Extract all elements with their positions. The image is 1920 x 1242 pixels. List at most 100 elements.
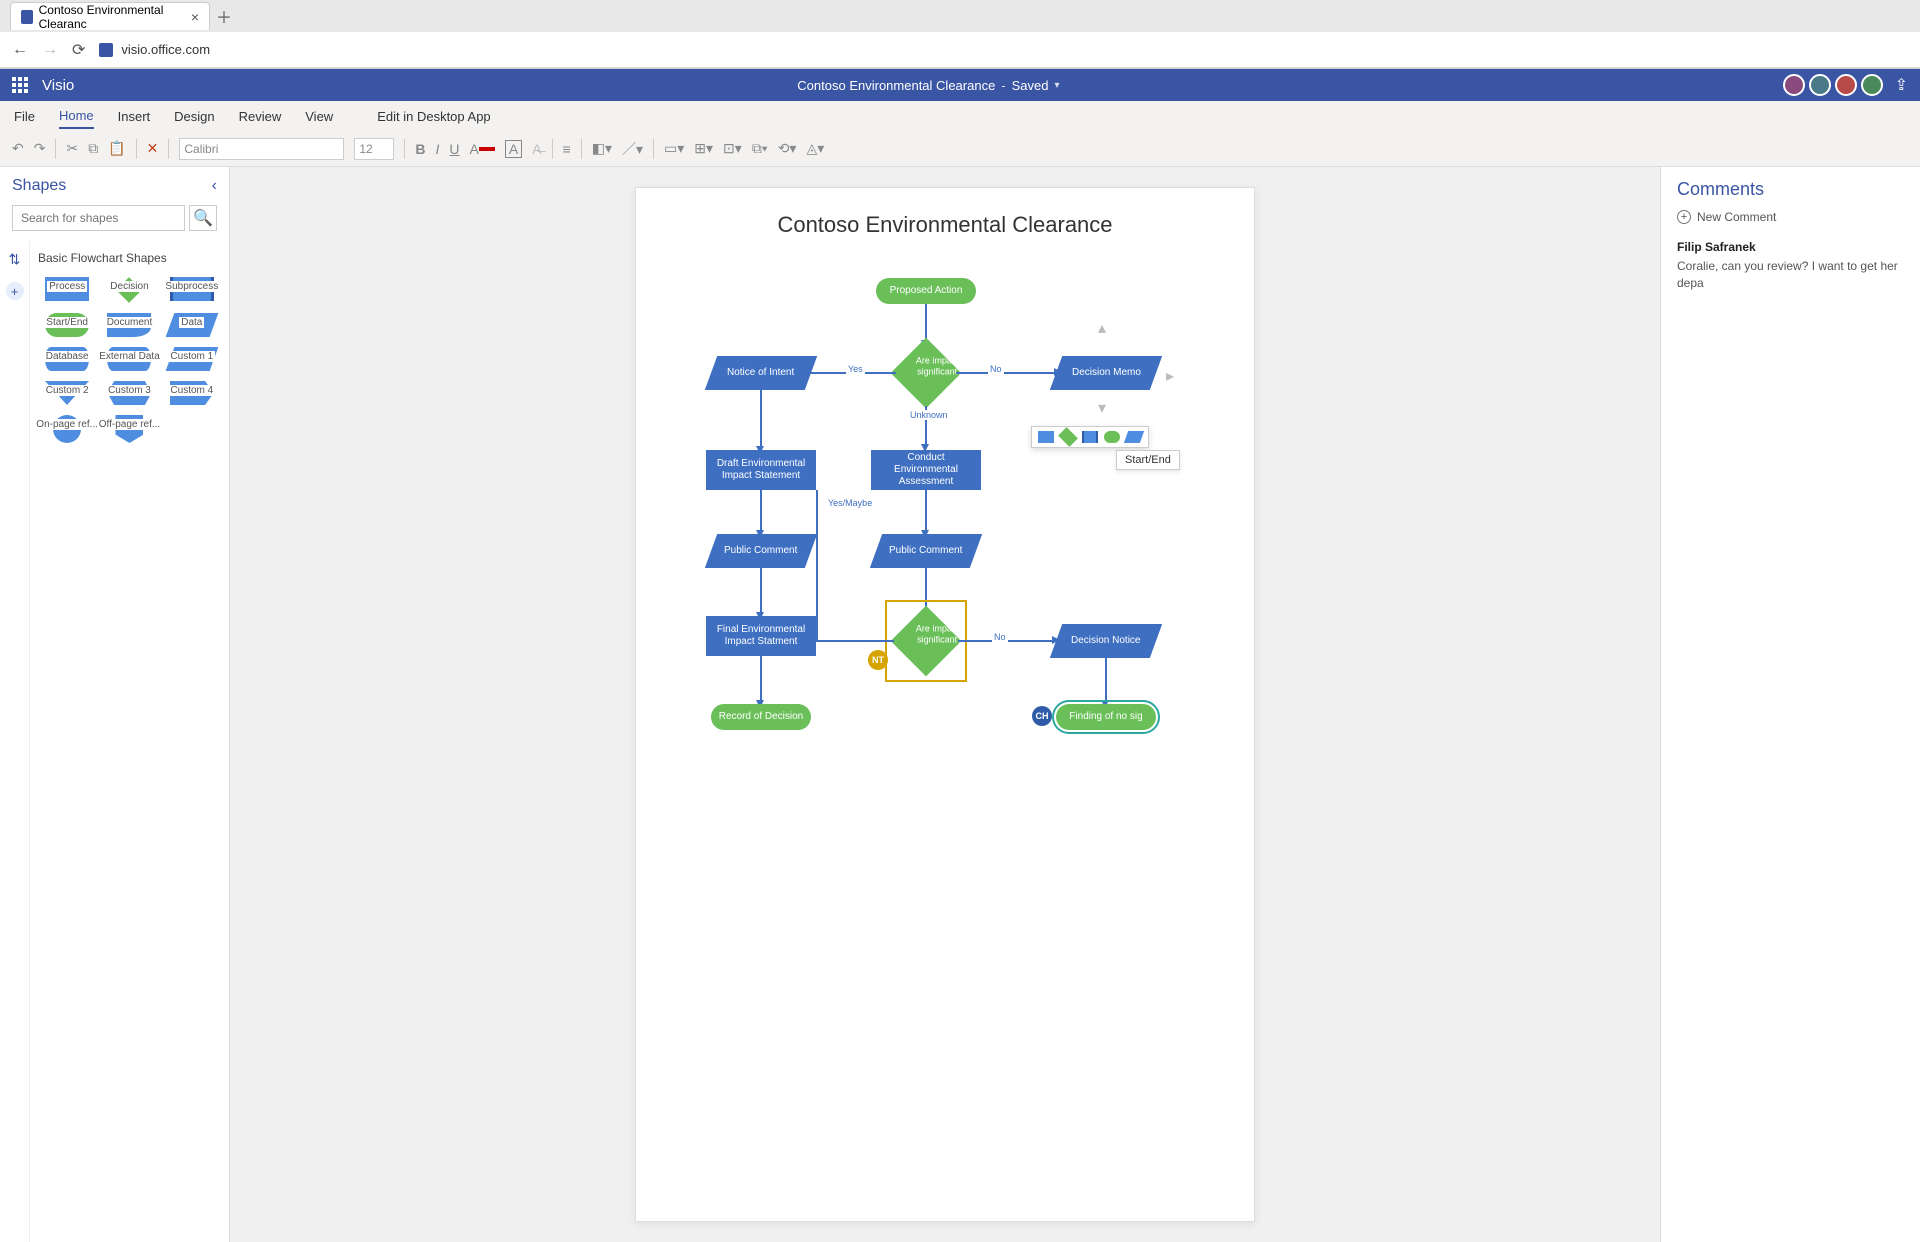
autoconnect-down-icon[interactable]: ▾ (1098, 398, 1106, 418)
position-icon[interactable]: ⊡▾ (723, 140, 742, 157)
group-icon[interactable]: ⧉▾ (752, 140, 768, 157)
shape-start-end[interactable]: Start/End (38, 313, 96, 337)
autoconnect-right-icon[interactable]: ▸ (1166, 366, 1174, 386)
comments-title: Comments (1677, 179, 1904, 200)
autoconnect-up-icon[interactable]: ▴ (1098, 318, 1106, 338)
shapes-search-input[interactable] (12, 205, 185, 231)
italic-icon[interactable]: I (436, 141, 440, 157)
shape-custom-3[interactable]: Custom 3 (100, 381, 158, 405)
tab-review[interactable]: Review (239, 105, 282, 128)
font-selector[interactable] (179, 138, 344, 160)
copy-icon[interactable]: ⧉ (88, 140, 98, 157)
node-decision-memo[interactable]: Decision Memo (1050, 356, 1162, 390)
doc-title-text: Contoso Environmental Clearance (797, 78, 995, 93)
delete-icon[interactable]: ✕ (147, 140, 159, 157)
shape-decision[interactable]: Decision (100, 277, 158, 303)
avatar[interactable] (1809, 74, 1831, 96)
node-proposed-action[interactable]: Proposed Action (876, 278, 976, 304)
address-field[interactable]: visio.office.com (99, 42, 1908, 57)
canvas[interactable]: Contoso Environmental Clearance Proposed… (230, 167, 1660, 1242)
new-comment-button[interactable]: + New Comment (1677, 210, 1904, 224)
ribbon-tabs: File Home Insert Design Review View Edit… (0, 101, 1920, 131)
back-icon[interactable]: ← (12, 41, 28, 59)
fill-icon[interactable]: ◧▾ (592, 140, 612, 157)
undo-icon[interactable]: ↶ (12, 140, 24, 157)
node-impacts-decision-2[interactable]: Are impacts significant? (891, 606, 961, 676)
shape-on-page-ref[interactable]: On-page ref... (38, 415, 96, 443)
forward-icon[interactable]: → (42, 41, 58, 59)
quick-shape-subprocess[interactable] (1082, 431, 1098, 443)
shape-custom-2[interactable]: Custom 2 (38, 381, 96, 405)
node-final-eis[interactable]: Final Environmental Impact Statment (706, 616, 816, 656)
line-icon[interactable]: ／▾ (622, 139, 643, 159)
underline-icon[interactable]: U (449, 141, 459, 157)
address-bar: ← → ⟳ visio.office.com (0, 32, 1920, 68)
quick-shapes-popup[interactable] (1031, 426, 1149, 448)
node-notice-of-intent[interactable]: Notice of Intent (705, 356, 817, 390)
avatar[interactable] (1835, 74, 1857, 96)
font-size-selector[interactable] (354, 138, 394, 160)
chevron-down-icon[interactable]: ▾ (1055, 80, 1060, 91)
shape-subprocess[interactable]: Subprocess (163, 277, 221, 303)
cut-icon[interactable]: ✂ (66, 140, 78, 157)
quick-shape-tooltip: Start/End (1116, 450, 1180, 470)
node-draft-eis[interactable]: Draft Environmental Impact Statement (706, 450, 816, 490)
bold-icon[interactable]: B (415, 141, 425, 157)
redo-icon[interactable]: ↷ (34, 140, 46, 157)
tab-insert[interactable]: Insert (118, 105, 151, 128)
shape-data[interactable]: Data (163, 313, 221, 337)
refresh-icon[interactable]: ⟳ (72, 40, 85, 60)
avatar[interactable] (1861, 74, 1883, 96)
comment-item[interactable]: Filip Safranek Coralie, can you review? … (1677, 240, 1904, 292)
rotate-icon[interactable]: ⟲▾ (778, 140, 797, 157)
node-impacts-decision-1[interactable]: Are impacts significant? (891, 338, 961, 408)
node-record-of-decision[interactable]: Record of Decision (711, 704, 811, 730)
tab-design[interactable]: Design (174, 105, 214, 128)
highlight-icon[interactable]: A (505, 140, 522, 158)
shape-custom-1[interactable]: Custom 1 (163, 347, 221, 371)
edit-in-desktop-button[interactable]: Edit in Desktop App (377, 109, 490, 124)
tab-home[interactable]: Home (59, 104, 94, 129)
edge-no: No (988, 364, 1004, 374)
close-tab-icon[interactable]: × (191, 9, 199, 25)
paste-icon[interactable]: 📋 (108, 140, 125, 157)
document-title[interactable]: Contoso Environmental Clearance - Saved … (74, 78, 1782, 93)
shape-database[interactable]: Database (38, 347, 96, 371)
quick-shape-process[interactable] (1038, 431, 1054, 443)
tab-view[interactable]: View (305, 105, 333, 128)
node-public-comment-1[interactable]: Public Comment (705, 534, 817, 568)
node-public-comment-2[interactable]: Public Comment (870, 534, 982, 568)
new-tab-button[interactable]: ＋ (216, 4, 232, 28)
app-launcher-icon[interactable] (12, 77, 28, 93)
node-decision-notice[interactable]: Decision Notice (1050, 624, 1162, 658)
share-icon[interactable]: ⇪ (1895, 75, 1908, 95)
search-icon[interactable]: 🔍 (189, 205, 217, 231)
node-finding-no-sig[interactable]: Finding of no sig (1056, 704, 1156, 730)
quick-shape-terminator[interactable] (1104, 431, 1120, 443)
align-shapes-icon[interactable]: ⊞▾ (694, 140, 713, 157)
comment-body: Coralie, can you review? I want to get h… (1677, 258, 1904, 292)
shape-custom-4[interactable]: Custom 4 (163, 381, 221, 405)
stencil-icon[interactable]: ⇅ (9, 251, 21, 268)
arrange-icon[interactable]: ▭▾ (664, 140, 684, 157)
clear-format-icon[interactable]: A̶ (532, 141, 541, 157)
node-conduct-ea[interactable]: Conduct Environmental Assessment (871, 450, 981, 490)
avatar[interactable] (1783, 74, 1805, 96)
align-icon[interactable]: ≡ (563, 141, 571, 157)
shape-external-data[interactable]: External Data (100, 347, 158, 371)
tab-file[interactable]: File (14, 105, 35, 128)
add-stencil-button[interactable]: + (6, 282, 24, 300)
page[interactable]: Contoso Environmental Clearance Proposed… (635, 187, 1255, 1222)
quick-shape-data[interactable] (1124, 431, 1144, 443)
site-identity-icon (99, 43, 113, 57)
shape-process[interactable]: Process (38, 277, 96, 303)
browser-tab[interactable]: Contoso Environmental Clearanc × (10, 2, 210, 30)
shape-off-page-ref[interactable]: Off-page ref... (100, 415, 158, 443)
shape-document[interactable]: Document (100, 313, 158, 337)
url-text: visio.office.com (121, 42, 210, 57)
browser-chrome: Contoso Environmental Clearanc × ＋ ← → ⟳… (0, 0, 1920, 69)
collapse-icon[interactable]: ‹ (212, 177, 217, 195)
effects-icon[interactable]: ◬▾ (806, 140, 824, 157)
quick-shape-decision[interactable] (1058, 427, 1078, 447)
font-color-icon[interactable]: A (470, 141, 495, 157)
